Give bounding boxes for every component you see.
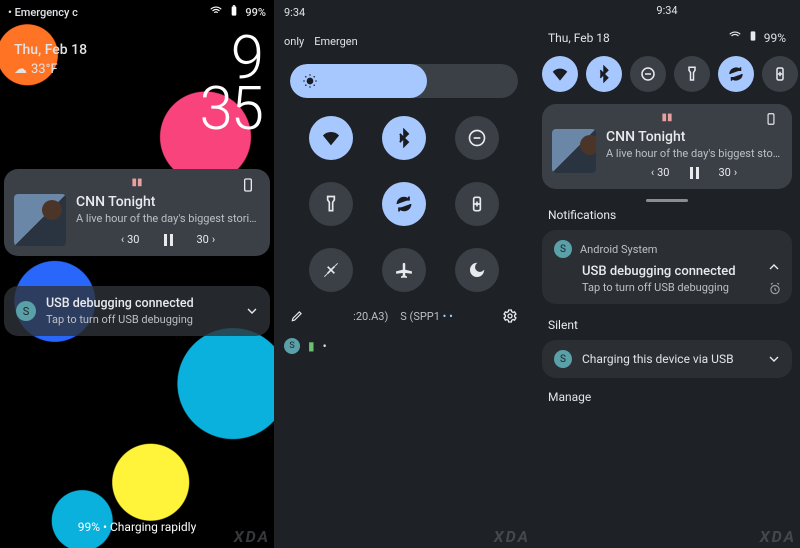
qs-wifi[interactable] bbox=[542, 56, 578, 92]
mini-status-bar: 9:34 bbox=[274, 0, 534, 21]
media-card-compact[interactable]: ▮▮ CNN Tonight A live hour of the day's … bbox=[542, 104, 792, 189]
watermark: XDA bbox=[494, 527, 530, 546]
qs-grid bbox=[274, 116, 534, 292]
forward-button[interactable]: 30 › bbox=[719, 166, 738, 179]
watermark: XDA bbox=[234, 527, 270, 546]
battery-icon bbox=[746, 29, 760, 46]
qs-battery-saver[interactable] bbox=[762, 56, 798, 92]
qs-rotate[interactable] bbox=[718, 56, 754, 92]
lock-clock: 9 35 bbox=[199, 32, 262, 134]
build-a: :20.A3) bbox=[353, 310, 388, 323]
wifi-icon bbox=[209, 4, 223, 21]
notifications-label: Notifications bbox=[534, 202, 800, 230]
qs-wifi[interactable] bbox=[309, 116, 353, 160]
dock-row: S ▮ • bbox=[274, 332, 534, 360]
media-title: CNN Tonight bbox=[76, 194, 260, 210]
qs-flashlight[interactable] bbox=[309, 182, 353, 226]
emergency-label: • Emergency c bbox=[8, 6, 78, 19]
qs-airplane[interactable] bbox=[382, 248, 426, 292]
usb-notification-expanded[interactable]: S Android System USB debugging connected… bbox=[542, 230, 792, 304]
wifi-icon bbox=[728, 29, 742, 46]
battery-icon bbox=[227, 4, 241, 21]
system-icon: S bbox=[554, 350, 572, 368]
silent-notification[interactable]: S Charging this device via USB bbox=[542, 340, 792, 378]
lockscreen-panel: • Emergency c 99% Thu, Feb 18 ☁ 33°F 9 3… bbox=[0, 0, 274, 548]
media-title: CNN Tonight bbox=[606, 129, 782, 145]
build-b: S (SPP1 bbox=[400, 310, 440, 323]
notif-app: Android System bbox=[580, 243, 657, 256]
cast-target-icon[interactable] bbox=[764, 112, 778, 126]
battery-mini-icon: ▮ bbox=[308, 339, 315, 353]
alarm-icon bbox=[768, 282, 782, 296]
battery-pct: 99% bbox=[764, 31, 786, 45]
qs-dnd[interactable] bbox=[455, 116, 499, 160]
rewind-button[interactable]: ‹ 30 bbox=[651, 166, 670, 179]
system-icon: S bbox=[284, 338, 300, 354]
dot: • bbox=[323, 339, 327, 353]
media-card[interactable]: ▮▮ CNN Tonight A live hour of the day's … bbox=[4, 169, 270, 256]
usb-notification[interactable]: S USB debugging connected Tap to turn of… bbox=[4, 286, 270, 336]
qs-night[interactable] bbox=[455, 248, 499, 292]
shade-compact-panel: 9:34 Thu, Feb 18 99% ▮▮ bbox=[534, 0, 800, 548]
shade-date-row: Thu, Feb 18 99% bbox=[534, 21, 800, 56]
chevron-down-icon[interactable] bbox=[766, 351, 782, 367]
media-subtitle: A live hour of the day's biggest stori… bbox=[606, 147, 782, 160]
system-icon: S bbox=[554, 240, 572, 258]
pause-button[interactable] bbox=[690, 167, 699, 179]
edit-icon[interactable] bbox=[290, 309, 304, 323]
qs-dnd[interactable] bbox=[630, 56, 666, 92]
qs-battery-saver[interactable] bbox=[455, 182, 499, 226]
qs-bluetooth[interactable] bbox=[382, 116, 426, 160]
rewind-button[interactable]: ‹ 30 bbox=[121, 233, 140, 246]
clock-small: 9:34 bbox=[656, 4, 677, 17]
lock-date: Thu, Feb 18 bbox=[14, 42, 87, 58]
chevron-up-icon[interactable] bbox=[766, 259, 782, 275]
shade-date: Thu, Feb 18 bbox=[548, 31, 610, 45]
media-source-icon: ▮▮ bbox=[661, 112, 672, 123]
silent-item-label: Charging this device via USB bbox=[582, 352, 734, 366]
brightness-slider[interactable] bbox=[290, 64, 518, 98]
battery-pct: 99% bbox=[245, 6, 266, 19]
silent-label: Silent bbox=[534, 312, 800, 340]
clock-small: 9:34 bbox=[284, 6, 305, 19]
qs-data[interactable] bbox=[309, 248, 353, 292]
media-thumbnail bbox=[14, 194, 66, 246]
media-subtitle: A live hour of the day's biggest stori… bbox=[76, 212, 260, 225]
lock-weather: ☁ 33°F bbox=[14, 62, 87, 77]
qs-footer: :20.A3) S (SPP1 • • bbox=[274, 292, 534, 332]
settings-icon[interactable] bbox=[502, 308, 518, 324]
chevron-down-icon[interactable] bbox=[244, 303, 260, 319]
qs-row bbox=[534, 56, 800, 104]
media-thumbnail bbox=[552, 129, 596, 173]
carrier-trunc: only bbox=[284, 35, 304, 48]
media-source-icon: ▮▮ bbox=[131, 177, 142, 188]
emergency-trunc: Emergen bbox=[314, 35, 357, 48]
status-bar-compact: 9:34 bbox=[534, 0, 800, 21]
cast-target-icon[interactable] bbox=[240, 177, 256, 193]
cloud-icon: ☁ bbox=[14, 62, 27, 77]
watermark: XDA bbox=[760, 527, 796, 546]
qs-bluetooth[interactable] bbox=[586, 56, 622, 92]
qs-rotate[interactable] bbox=[382, 182, 426, 226]
pause-button[interactable] bbox=[164, 234, 173, 246]
clock-area: Thu, Feb 18 ☁ 33°F 9 35 bbox=[0, 32, 268, 134]
qs-flashlight[interactable] bbox=[674, 56, 710, 92]
manage-button[interactable]: Manage bbox=[534, 386, 800, 408]
brightness-icon bbox=[302, 73, 318, 89]
quick-settings-expanded-panel: 9:34 only Emergen bbox=[274, 0, 534, 548]
forward-button[interactable]: 30 › bbox=[197, 233, 216, 246]
system-icon: S bbox=[16, 301, 36, 321]
